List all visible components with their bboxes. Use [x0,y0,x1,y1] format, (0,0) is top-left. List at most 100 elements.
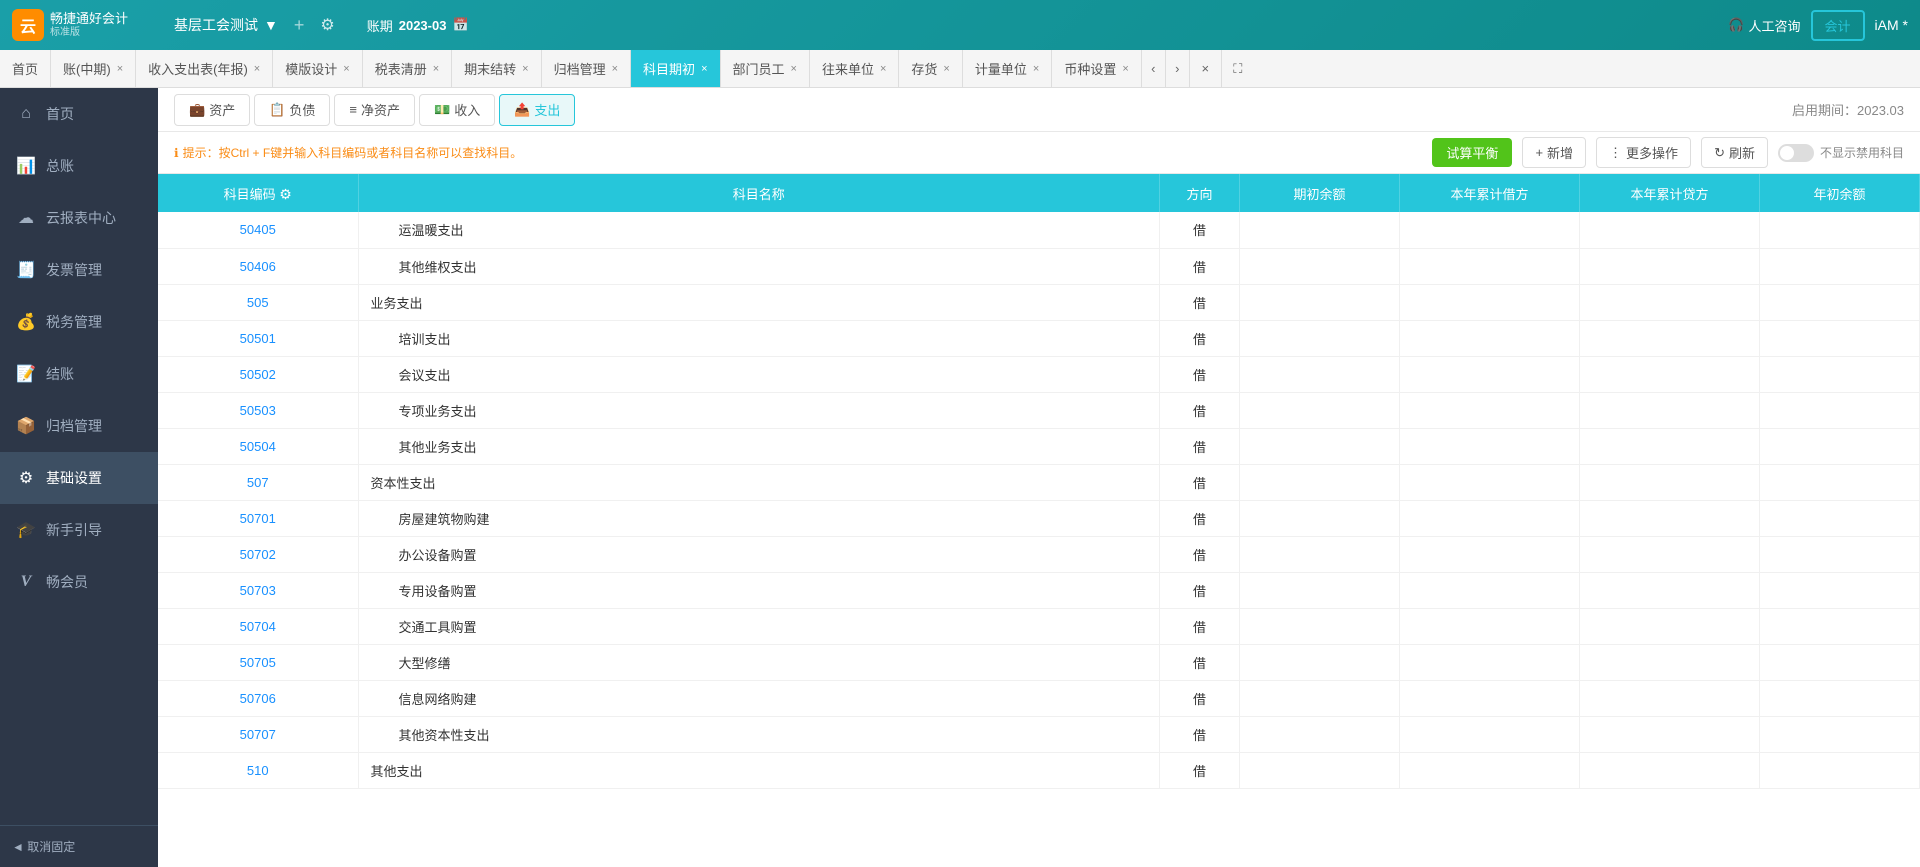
sub-tab-expenditure[interactable]: 📤 支出 [499,94,575,126]
sub-tab-liabilities[interactable]: 📋 负债 [254,94,330,126]
cell-debit [1400,680,1580,716]
table-row[interactable]: 50501培训支出借 [158,320,1920,356]
tab-nav-next[interactable]: › [1166,50,1190,88]
table-row[interactable]: 50504其他业务支出借 [158,428,1920,464]
table-container: 科目编码 ⚙ 科目名称 方向 期初余额 本年累计借方 本年累计贷方 年初余额 [158,174,1920,867]
tab-inventory[interactable]: 存货 × [899,50,962,88]
more-button[interactable]: ⋮ 更多操作 [1596,137,1691,168]
tab-tax[interactable]: 税表清册 × [363,50,452,88]
cell-code: 50405 [158,212,358,248]
table-row[interactable]: 510其他支出借 [158,752,1920,788]
sidebar-item-invoice[interactable]: 🧾 发票管理 [0,244,158,296]
table-row[interactable]: 50704交通工具购置借 [158,608,1920,644]
tab-template[interactable]: 模版设计 × [273,50,362,88]
sidebar-item-ledger[interactable]: 📊 总账 [0,140,158,192]
table-row[interactable]: 507资本性支出借 [158,464,1920,500]
tab-close-dept[interactable]: × [791,63,797,75]
cell-credit [1580,248,1760,284]
cell-debit [1400,248,1580,284]
col-header-dir: 方向 [1160,174,1240,212]
sidebar-item-close[interactable]: 📝 结账 [0,348,158,400]
cell-name: 信息网络购建 [358,680,1160,716]
table-row[interactable]: 50701房屋建筑物购建借 [158,500,1920,536]
tab-close-subject[interactable]: × [701,63,707,75]
sub-tab-income[interactable]: 💵 收入 [419,94,495,126]
toggle-track[interactable] [1778,144,1814,162]
sidebar-item-member[interactable]: V 畅会员 [0,556,158,608]
table-row[interactable]: 50503专项业务支出借 [158,392,1920,428]
cell-balance [1240,392,1400,428]
tab-close-mid-period[interactable]: × [117,63,123,75]
tab-close-template[interactable]: × [343,63,349,75]
cell-name: 大型修缮 [358,644,1160,680]
tab-mid-period[interactable]: 账(中期) × [51,50,136,88]
tab-close-tax[interactable]: × [433,63,439,75]
tab-close-inventory[interactable]: × [943,63,949,75]
table-row[interactable]: 50705大型修缮借 [158,644,1920,680]
table-row[interactable]: 50702办公设备购置借 [158,536,1920,572]
tab-close-archive[interactable]: × [612,63,618,75]
tab-close-partner[interactable]: × [880,63,886,75]
settings-icon[interactable]: ⚙ [320,15,334,35]
table-row[interactable]: 505业务支出借 [158,284,1920,320]
tab-currency[interactable]: 币种设置 × [1052,50,1141,88]
table-row[interactable]: 50406其他维权支出借 [158,248,1920,284]
project-dropdown-icon[interactable]: ▼ [264,17,278,33]
table-header: 科目编码 ⚙ 科目名称 方向 期初余额 本年累计借方 本年累计贷方 年初余额 [158,174,1920,212]
cell-year-balance [1760,752,1920,788]
tab-home[interactable]: 首页 [0,50,51,88]
sidebar-item-archive[interactable]: 📦 归档管理 [0,400,158,452]
tab-annual-report[interactable]: 收入支出表(年报) × [136,50,273,88]
help-button[interactable]: 🎧 人工咨询 [1728,16,1800,35]
sub-tab-assets[interactable]: 💼 资产 [174,94,250,126]
sidebar-item-report[interactable]: ☁ 云报表中心 [0,192,158,244]
tab-subject-init[interactable]: 科目期初 × [631,50,720,88]
tab-archive[interactable]: 归档管理 × [542,50,631,88]
tab-close-annual[interactable]: × [254,63,260,75]
sidebar-item-guide[interactable]: 🎓 新手引导 [0,504,158,556]
account-button[interactable]: 会计 [1811,10,1865,41]
cell-debit [1400,752,1580,788]
add-button[interactable]: + 新增 [1522,137,1586,168]
cell-name: 专项业务支出 [358,392,1160,428]
table-row[interactable]: 50706信息网络购建借 [158,680,1920,716]
tab-dept[interactable]: 部门员工 × [721,50,810,88]
tab-period-end[interactable]: 期末结转 × [452,50,541,88]
cell-name: 办公设备购置 [358,536,1160,572]
sidebar-item-tax[interactable]: 💰 税务管理 [0,296,158,348]
calendar-icon[interactable]: 📅 [452,17,468,33]
cell-name: 会议支出 [358,356,1160,392]
table-row[interactable]: 50703专用设备购置借 [158,572,1920,608]
sub-tab-net-assets[interactable]: ≡ 净资产 [334,94,415,126]
cell-credit [1580,680,1760,716]
cell-debit [1400,608,1580,644]
refresh-button[interactable]: ↻ 刷新 [1701,137,1768,168]
collapse-button[interactable]: ◄ 取消固定 [12,838,146,855]
sidebar-label-tax: 税务管理 [46,312,102,332]
tab-nav-prev[interactable]: ‹ [1142,50,1166,88]
refresh-icon: ↻ [1714,145,1725,161]
col-settings-icon[interactable]: ⚙ [279,186,292,202]
sidebar-item-basic[interactable]: ⚙ 基础设置 [0,452,158,504]
period-info: 启用期间：2023.03 [1792,100,1904,119]
balance-button[interactable]: 试算平衡 [1432,138,1512,167]
tab-close-all[interactable]: × [1190,50,1222,88]
net-assets-icon: ≡ [349,102,357,117]
cell-credit [1580,608,1760,644]
tab-close-unit[interactable]: × [1033,63,1039,75]
toggle-disabled: 不显示禁用科目 [1778,144,1904,162]
cell-year-balance [1760,356,1920,392]
tab-unit[interactable]: 计量单位 × [963,50,1052,88]
table-row[interactable]: 50502会议支出借 [158,356,1920,392]
tab-partner[interactable]: 往来单位 × [810,50,899,88]
table-row[interactable]: 50707其他资本性支出借 [158,716,1920,752]
tab-expand[interactable]: ⛶ [1222,50,1254,88]
tab-close-period-end[interactable]: × [522,63,528,75]
table-row[interactable]: 50405运温暖支出借 [158,212,1920,248]
project-area[interactable]: 基层工会测试 ▼ [174,15,278,35]
sidebar-item-home[interactable]: ⌂ 首页 [0,88,158,140]
cell-balance [1240,248,1400,284]
cell-code: 50705 [158,644,358,680]
tab-close-currency[interactable]: × [1122,63,1128,75]
project-name: 基层工会测试 [174,15,258,35]
